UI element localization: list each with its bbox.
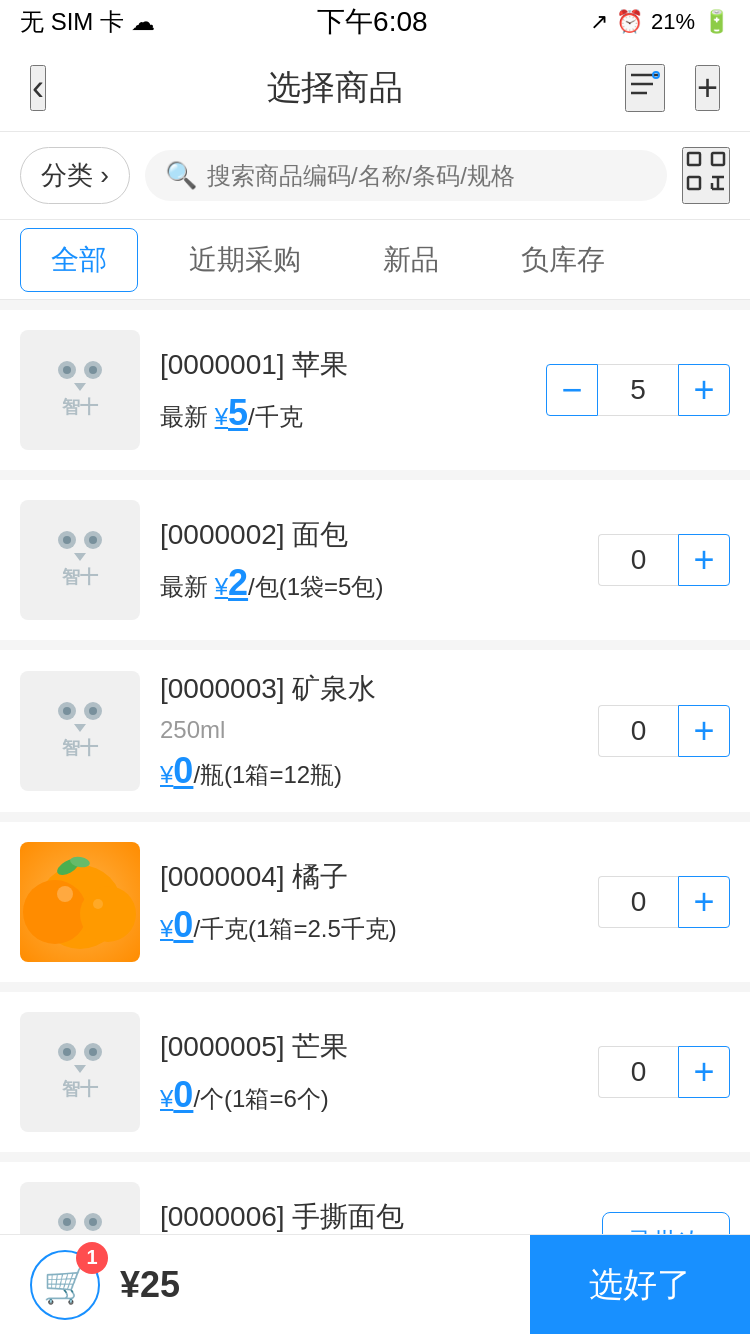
product-price-water: ¥0/瓶(1箱=12瓶) — [160, 750, 578, 792]
search-icon: 🔍 — [165, 160, 197, 191]
product-thumb-bread: 智十 — [20, 500, 140, 620]
tab-recent[interactable]: 近期采购 — [158, 228, 332, 292]
cart-section: 🛒 1 ¥25 — [0, 1250, 530, 1320]
qty-value-orange[interactable]: 0 — [598, 876, 678, 928]
qty-value-bread[interactable]: 0 — [598, 534, 678, 586]
status-sim: 无 SIM 卡 ☁ — [20, 6, 155, 38]
qty-plus-apple[interactable]: + — [678, 364, 730, 416]
qty-control-bread: 0 + — [598, 534, 730, 586]
battery-icon: 🔋 — [703, 9, 730, 35]
product-price-mango: ¥0/个(1箱=6个) — [160, 1074, 578, 1116]
product-price-apple: 最新 ¥5/千克 — [160, 392, 526, 434]
product-item-water: 智十 [0000003] 矿泉水 250ml ¥0/瓶(1箱=12瓶) 0 + — [0, 650, 750, 812]
product-spec-water: 250ml — [160, 716, 578, 744]
bottom-bar: 🛒 1 ¥25 选好了 — [0, 1234, 750, 1334]
svg-point-13 — [80, 886, 136, 942]
filter-button[interactable] — [625, 64, 665, 112]
tab-all[interactable]: 全部 — [20, 228, 138, 292]
product-thumb-apple: 智十 — [20, 330, 140, 450]
status-time: 下午6:08 — [317, 3, 428, 41]
product-name-bread: [0000002] 面包 — [160, 516, 578, 554]
tab-new[interactable]: 新品 — [352, 228, 470, 292]
location-icon: ↗ — [590, 9, 608, 35]
product-price-orange: ¥0/千克(1箱=2.5千克) — [160, 904, 578, 946]
cart-total: ¥25 — [120, 1264, 180, 1306]
nav-icons: + — [625, 64, 720, 112]
qty-control-orange: 0 + — [598, 876, 730, 928]
product-item-mango: 智十 [0000005] 芒果 ¥0/个(1箱=6个) 0 + — [0, 992, 750, 1152]
search-box: 🔍 — [145, 150, 667, 201]
qty-plus-mango[interactable]: + — [678, 1046, 730, 1098]
product-list: 智十 [0000001] 苹果 最新 ¥5/千克 − 5 + 智十 — [0, 310, 750, 1334]
tab-bar: 全部 近期采购 新品 负库存 — [0, 220, 750, 300]
qty-minus-apple[interactable]: − — [546, 364, 598, 416]
confirm-button[interactable]: 选好了 — [530, 1235, 750, 1335]
qty-plus-bread[interactable]: + — [678, 534, 730, 586]
back-button[interactable]: ‹ — [30, 65, 46, 111]
search-input[interactable] — [207, 162, 647, 190]
product-name-torn-bread: [0000006] 手撕面包 — [160, 1198, 582, 1236]
qty-value-water[interactable]: 0 — [598, 705, 678, 757]
scan-button[interactable] — [682, 147, 730, 204]
product-price-bread: 最新 ¥2/包(1袋=5包) — [160, 562, 578, 604]
qty-plus-water[interactable]: + — [678, 705, 730, 757]
product-info-orange: [0000004] 橘子 ¥0/千克(1箱=2.5千克) — [160, 858, 578, 946]
product-item-bread: 智十 [0000002] 面包 最新 ¥2/包(1袋=5包) 0 + — [0, 480, 750, 640]
svg-point-17 — [93, 899, 103, 909]
svg-rect-5 — [712, 153, 724, 165]
nav-bar: ‹ 选择商品 + — [0, 44, 750, 132]
qty-plus-orange[interactable]: + — [678, 876, 730, 928]
qty-control-apple: − 5 + — [546, 364, 730, 416]
qty-value-apple[interactable]: 5 — [598, 364, 678, 416]
status-left: 无 SIM 卡 ☁ — [20, 6, 155, 38]
status-bar: 无 SIM 卡 ☁ 下午6:08 ↗ ⏰ 21% 🔋 — [0, 0, 750, 44]
cart-badge: 1 — [76, 1242, 108, 1274]
qty-control-mango: 0 + — [598, 1046, 730, 1098]
filter-bar: 分类 › 🔍 — [0, 132, 750, 220]
qty-control-water: 0 + — [598, 705, 730, 757]
product-info-mango: [0000005] 芒果 ¥0/个(1箱=6个) — [160, 1028, 578, 1116]
product-name-mango: [0000005] 芒果 — [160, 1028, 578, 1066]
product-item-apple: 智十 [0000001] 苹果 最新 ¥5/千克 − 5 + — [0, 310, 750, 470]
product-item-orange: [0000004] 橘子 ¥0/千克(1箱=2.5千克) 0 + — [0, 822, 750, 982]
page-title: 选择商品 — [267, 65, 403, 111]
product-name-apple: [0000001] 苹果 — [160, 346, 526, 384]
product-thumb-water: 智十 — [20, 671, 140, 791]
product-thumb-mango: 智十 — [20, 1012, 140, 1132]
qty-value-mango[interactable]: 0 — [598, 1046, 678, 1098]
product-info-water: [0000003] 矿泉水 250ml ¥0/瓶(1箱=12瓶) — [160, 670, 578, 792]
add-button[interactable]: + — [695, 65, 720, 111]
product-thumb-orange — [20, 842, 140, 962]
svg-point-12 — [23, 880, 87, 944]
svg-point-16 — [57, 886, 73, 902]
status-right: ↗ ⏰ 21% 🔋 — [590, 9, 730, 35]
product-name-water: [0000003] 矿泉水 — [160, 670, 578, 708]
category-button[interactable]: 分类 › — [20, 147, 130, 204]
tab-negative[interactable]: 负库存 — [490, 228, 636, 292]
svg-rect-4 — [688, 153, 700, 165]
product-info-apple: [0000001] 苹果 最新 ¥5/千克 — [160, 346, 526, 434]
product-info-bread: [0000002] 面包 最新 ¥2/包(1袋=5包) — [160, 516, 578, 604]
svg-rect-6 — [688, 177, 700, 189]
cart-icon-wrap[interactable]: 🛒 1 — [30, 1250, 100, 1320]
alarm-icon: ⏰ — [616, 9, 643, 35]
battery-level: 21% — [651, 9, 695, 35]
product-name-orange: [0000004] 橘子 — [160, 858, 578, 896]
